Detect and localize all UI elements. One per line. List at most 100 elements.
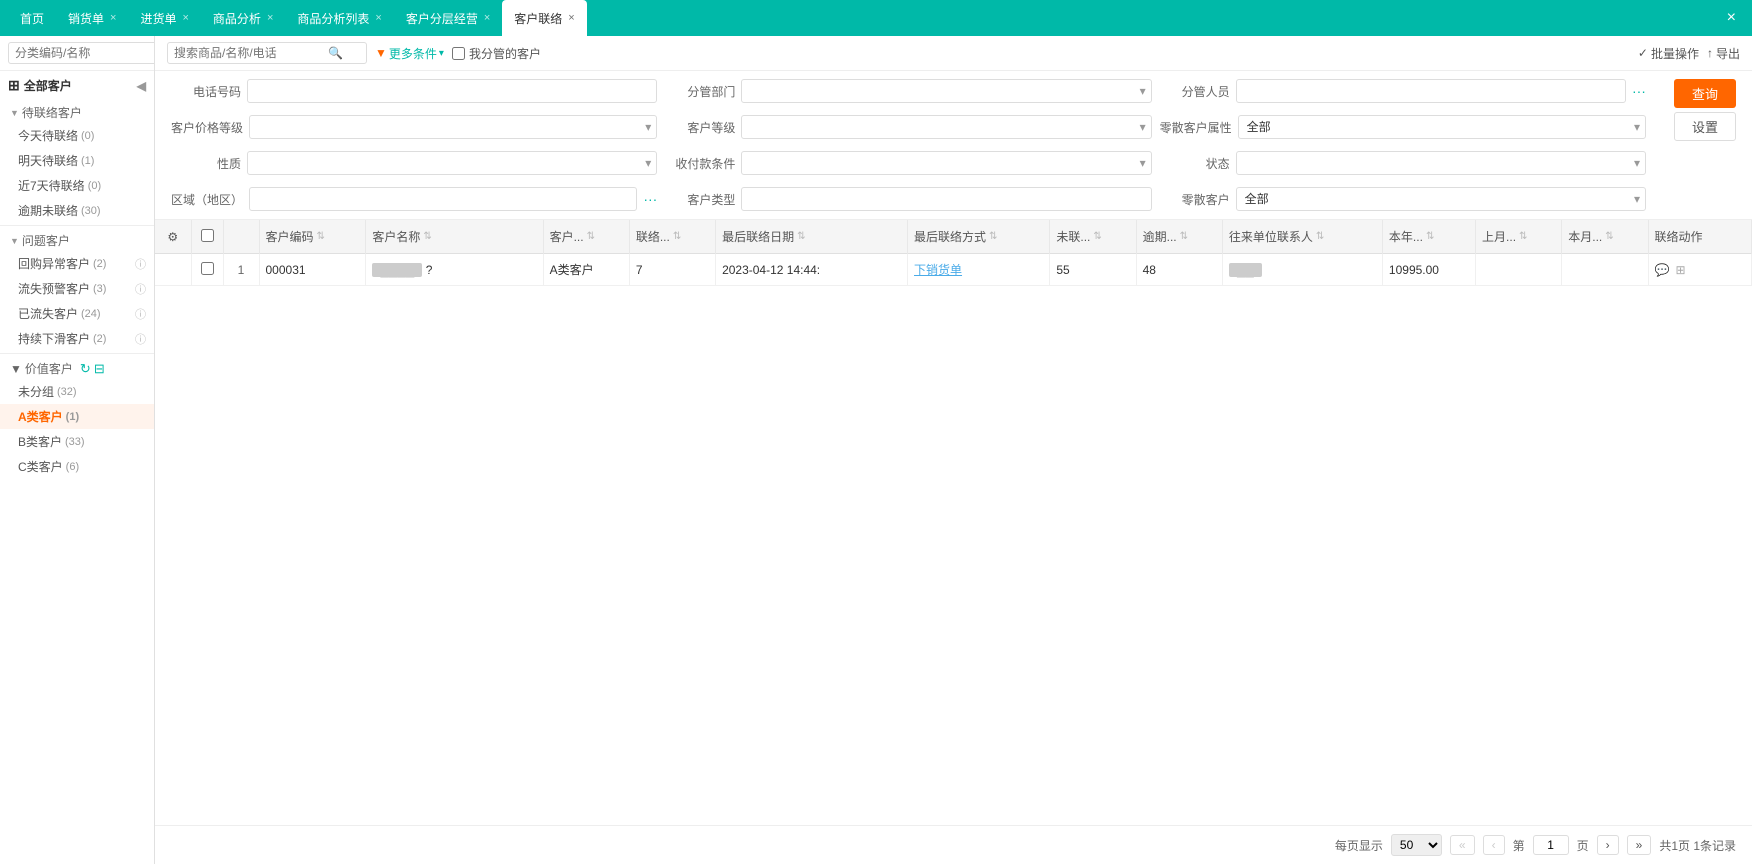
th-uncontacted[interactable]: 未联... ⇅ [1050, 220, 1136, 254]
td-last-way[interactable]: 下销货单 [908, 254, 1050, 286]
last-page-btn[interactable]: » [1627, 835, 1652, 855]
sidebar-overdue-pending[interactable]: 逾期未联络 (30) [0, 198, 154, 223]
gear-icon[interactable]: ⚙ [167, 230, 178, 244]
filter-search-icon[interactable]: 🔍 [328, 46, 343, 60]
next-page-btn[interactable]: › [1597, 835, 1619, 855]
close-product-analysis[interactable]: × [267, 12, 273, 24]
th-last-month[interactable]: 上月... ⇅ [1476, 220, 1562, 254]
sort-this-month-icon[interactable]: ⇅ [1605, 231, 1613, 242]
sort-last-month-icon[interactable]: ⇅ [1519, 231, 1527, 242]
batch-op-btn[interactable]: ✓ 批量操作 [1638, 45, 1699, 62]
sidebar-churned[interactable]: 已流失客户 (24) ⓘ [0, 301, 154, 326]
page-number-input[interactable] [1533, 835, 1569, 855]
close-product-analysis-list[interactable]: × [375, 12, 381, 24]
th-unit-contact[interactable]: 往来单位联系人 ⇅ [1222, 220, 1382, 254]
filter-manager-dots[interactable]: ··· [1632, 83, 1646, 99]
sort-level-icon[interactable]: ⇅ [587, 231, 595, 242]
nav-customer-contact[interactable]: 客户联络 × [502, 0, 586, 36]
sort-uncontacted-icon[interactable]: ⇅ [1093, 231, 1101, 242]
nav-customer-segment[interactable]: 客户分层经营 × [394, 0, 502, 36]
filter-payment-select[interactable] [741, 151, 1151, 175]
filter-manager-input[interactable] [1236, 79, 1626, 103]
sidebar-search-input[interactable] [8, 42, 155, 64]
row-checkbox-1[interactable] [201, 262, 214, 275]
sidebar-repurchase-abnormal[interactable]: 回购异常客户 (2) ⓘ [0, 251, 154, 276]
close-customer-segment[interactable]: × [484, 12, 490, 24]
sort-last-date-icon[interactable]: ⇅ [797, 231, 805, 242]
query-button[interactable]: 查询 [1674, 79, 1736, 108]
sidebar-tomorrow-pending[interactable]: 明天待联络 (1) [0, 148, 154, 173]
th-level[interactable]: 客户... ⇅ [543, 220, 629, 254]
filter-phone-label: 电话号码 [171, 83, 241, 100]
filter-status-wrap [1236, 151, 1646, 175]
sidebar-pending-group[interactable]: ▼ 待联络客户 [0, 100, 154, 123]
prev-page-btn[interactable]: ‹ [1483, 835, 1505, 855]
close-sales-order[interactable]: × [110, 12, 116, 24]
sidebar-week-pending[interactable]: 近7天待联络 (0) [0, 173, 154, 198]
sidebar-c-class[interactable]: C类客户 (6) [0, 454, 154, 479]
filter-retail-customer-select[interactable]: 全部 [1236, 187, 1646, 211]
filter-more-btn[interactable]: ▼ 更多条件 ▾ [375, 45, 444, 62]
sidebar-b-class[interactable]: B类客户 (33) [0, 429, 154, 454]
th-overdue[interactable]: 逾期... ⇅ [1136, 220, 1222, 254]
sidebar-unclassified[interactable]: 未分组 (32) [0, 379, 154, 404]
export-btn[interactable]: ↑ 导出 [1707, 45, 1740, 62]
th-name[interactable]: 客户名称 ⇅ [366, 220, 543, 254]
filter-phone-input[interactable] [247, 79, 657, 103]
nav-product-analysis-list[interactable]: 商品分析列表 × [285, 0, 393, 36]
nav-purchase-order[interactable]: 进货单 × [128, 0, 200, 36]
value-refresh-icon[interactable]: ↻ [80, 361, 91, 377]
filter-customer-type-input[interactable] [741, 187, 1151, 211]
nav-sales-order[interactable]: 销货单 × [56, 0, 128, 36]
filter-region-dots[interactable]: ··· [643, 191, 657, 207]
sort-code-icon[interactable]: ⇅ [317, 231, 325, 242]
sort-contact-icon[interactable]: ⇅ [673, 231, 681, 242]
filter-search-input[interactable] [174, 46, 324, 60]
my-customers-check[interactable] [452, 47, 465, 60]
sort-unit-contact-icon[interactable]: ⇅ [1316, 231, 1324, 242]
sidebar-problem-group[interactable]: ▼ 问题客户 [0, 228, 154, 251]
close-purchase-order[interactable]: × [182, 12, 188, 24]
th-gear[interactable]: ⚙ [155, 220, 191, 254]
qr-icon[interactable]: ⊞ [1675, 263, 1685, 277]
td-check[interactable] [191, 254, 223, 286]
filter-retail-attr-select[interactable]: 全部 [1238, 115, 1646, 139]
sidebar-collapse-btn[interactable]: ◀ [137, 79, 146, 93]
th-this-year[interactable]: 本年... ⇅ [1382, 220, 1475, 254]
settings-button[interactable]: 设置 [1674, 112, 1736, 141]
my-customers-checkbox[interactable]: 我分管的客户 [452, 45, 541, 62]
select-all-checkbox[interactable] [201, 229, 214, 242]
close-all-tabs[interactable]: × [1719, 5, 1744, 31]
sidebar-today-pending[interactable]: 今天待联络 (0) [0, 123, 154, 148]
filter-nature-select[interactable] [247, 151, 657, 175]
sort-overdue-icon[interactable]: ⇅ [1180, 231, 1188, 242]
page-size-select[interactable]: 50 20 100 [1391, 834, 1442, 856]
td-overdue: 48 [1136, 254, 1222, 286]
close-customer-contact[interactable]: × [568, 12, 574, 24]
filter-price-level-select[interactable] [249, 115, 657, 139]
nav-product-analysis[interactable]: 商品分析 × [201, 0, 285, 36]
sort-last-way-icon[interactable]: ⇅ [989, 231, 997, 242]
first-page-btn[interactable]: « [1450, 835, 1475, 855]
th-last-date[interactable]: 最后联络日期 ⇅ [716, 220, 908, 254]
th-check[interactable] [191, 220, 223, 254]
sort-name-icon[interactable]: ⇅ [423, 231, 431, 242]
filter-region-input[interactable] [249, 187, 637, 211]
th-last-way[interactable]: 最后联络方式 ⇅ [908, 220, 1050, 254]
sidebar-all-customers[interactable]: ⊞ 全部客户 ◀ [0, 71, 154, 100]
value-settings-icon[interactable]: ⊟ [94, 361, 105, 377]
filter-dept-select[interactable] [741, 79, 1151, 103]
sidebar-declining[interactable]: 持续下滑客户 (2) ⓘ [0, 326, 154, 351]
filter-status-select[interactable] [1236, 151, 1646, 175]
sidebar-value-group[interactable]: ▼ 价值客户 ↻ ⊟ [0, 356, 154, 379]
nav-home[interactable]: 首页 [8, 0, 56, 36]
sort-this-year-icon[interactable]: ⇅ [1426, 231, 1434, 242]
last-way-link[interactable]: 下销货单 [914, 263, 962, 277]
th-code[interactable]: 客户编码 ⇅ [259, 220, 366, 254]
th-contact[interactable]: 联络... ⇅ [629, 220, 715, 254]
filter-customer-level-select[interactable] [741, 115, 1151, 139]
sidebar-churn-warning[interactable]: 流失预警客户 (3) ⓘ [0, 276, 154, 301]
chat-icon[interactable]: 💬 [1655, 263, 1670, 277]
th-this-month[interactable]: 本月... ⇅ [1562, 220, 1648, 254]
sidebar-a-class[interactable]: A类客户 (1) [0, 404, 154, 429]
